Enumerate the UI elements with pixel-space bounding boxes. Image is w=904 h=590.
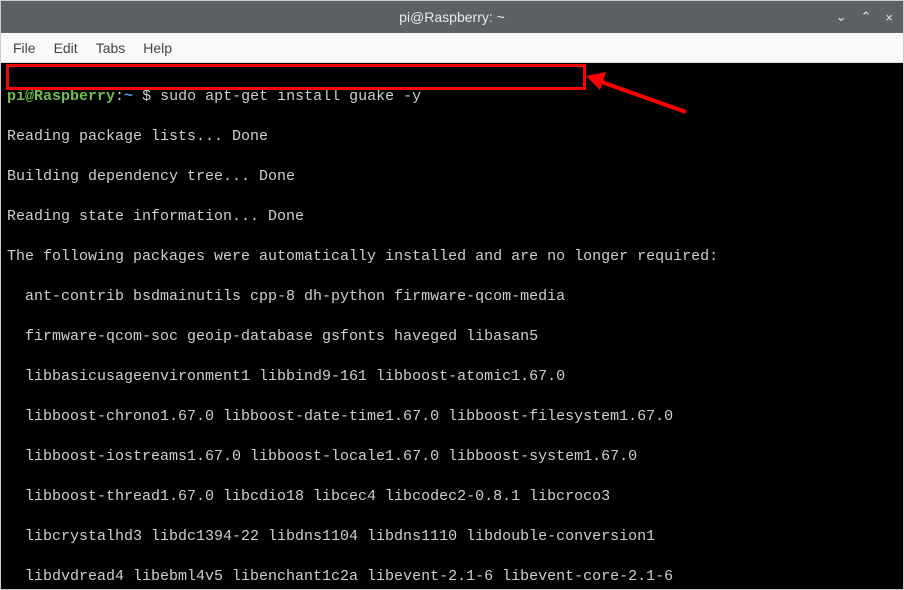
- titlebar[interactable]: pi@Raspberry: ~ ⌄ ⌃ ×: [1, 1, 903, 33]
- package-line: libbasicusageenvironment1 libbind9-161 l…: [7, 367, 897, 387]
- prompt-line: pi@Raspberry:~ $ sudo apt-get install gu…: [7, 87, 897, 107]
- prompt-path: ~: [124, 88, 133, 105]
- menu-file[interactable]: File: [13, 40, 36, 56]
- close-icon[interactable]: ×: [885, 10, 893, 25]
- minimize-icon[interactable]: ⌄: [836, 9, 847, 25]
- package-line: libdvdread4 libebml4v5 libenchant1c2a li…: [7, 567, 897, 587]
- terminal-viewport[interactable]: pi@Raspberry:~ $ sudo apt-get install gu…: [1, 63, 903, 589]
- output-line: The following packages were automaticall…: [7, 247, 897, 267]
- prompt-separator: :: [115, 88, 124, 105]
- menubar: File Edit Tabs Help: [1, 33, 903, 63]
- window-controls: ⌄ ⌃ ×: [836, 9, 893, 25]
- command-text: sudo apt-get install guake -y: [160, 88, 421, 105]
- maximize-icon[interactable]: ⌃: [861, 9, 872, 25]
- package-line: libboost-thread1.67.0 libcdio18 libcec4 …: [7, 487, 897, 507]
- window-title: pi@Raspberry: ~: [399, 9, 505, 25]
- package-line: libcrystalhd3 libdc1394-22 libdns1104 li…: [7, 527, 897, 547]
- package-line: libboost-chrono1.67.0 libboost-date-time…: [7, 407, 897, 427]
- prompt-user: pi@Raspberry: [7, 88, 115, 105]
- terminal-window: pi@Raspberry: ~ ⌄ ⌃ × File Edit Tabs Hel…: [0, 0, 904, 590]
- menu-edit[interactable]: Edit: [54, 40, 78, 56]
- prompt-dollar: $: [133, 88, 160, 105]
- package-line: firmware-qcom-soc geoip-database gsfonts…: [7, 327, 897, 347]
- package-line: ant-contrib bsdmainutils cpp-8 dh-python…: [7, 287, 897, 307]
- package-line: libboost-iostreams1.67.0 libboost-locale…: [7, 447, 897, 467]
- output-line: Reading package lists... Done: [7, 127, 897, 147]
- output-line: Building dependency tree... Done: [7, 167, 897, 187]
- output-line: Reading state information... Done: [7, 207, 897, 227]
- menu-tabs[interactable]: Tabs: [96, 40, 126, 56]
- menu-help[interactable]: Help: [143, 40, 172, 56]
